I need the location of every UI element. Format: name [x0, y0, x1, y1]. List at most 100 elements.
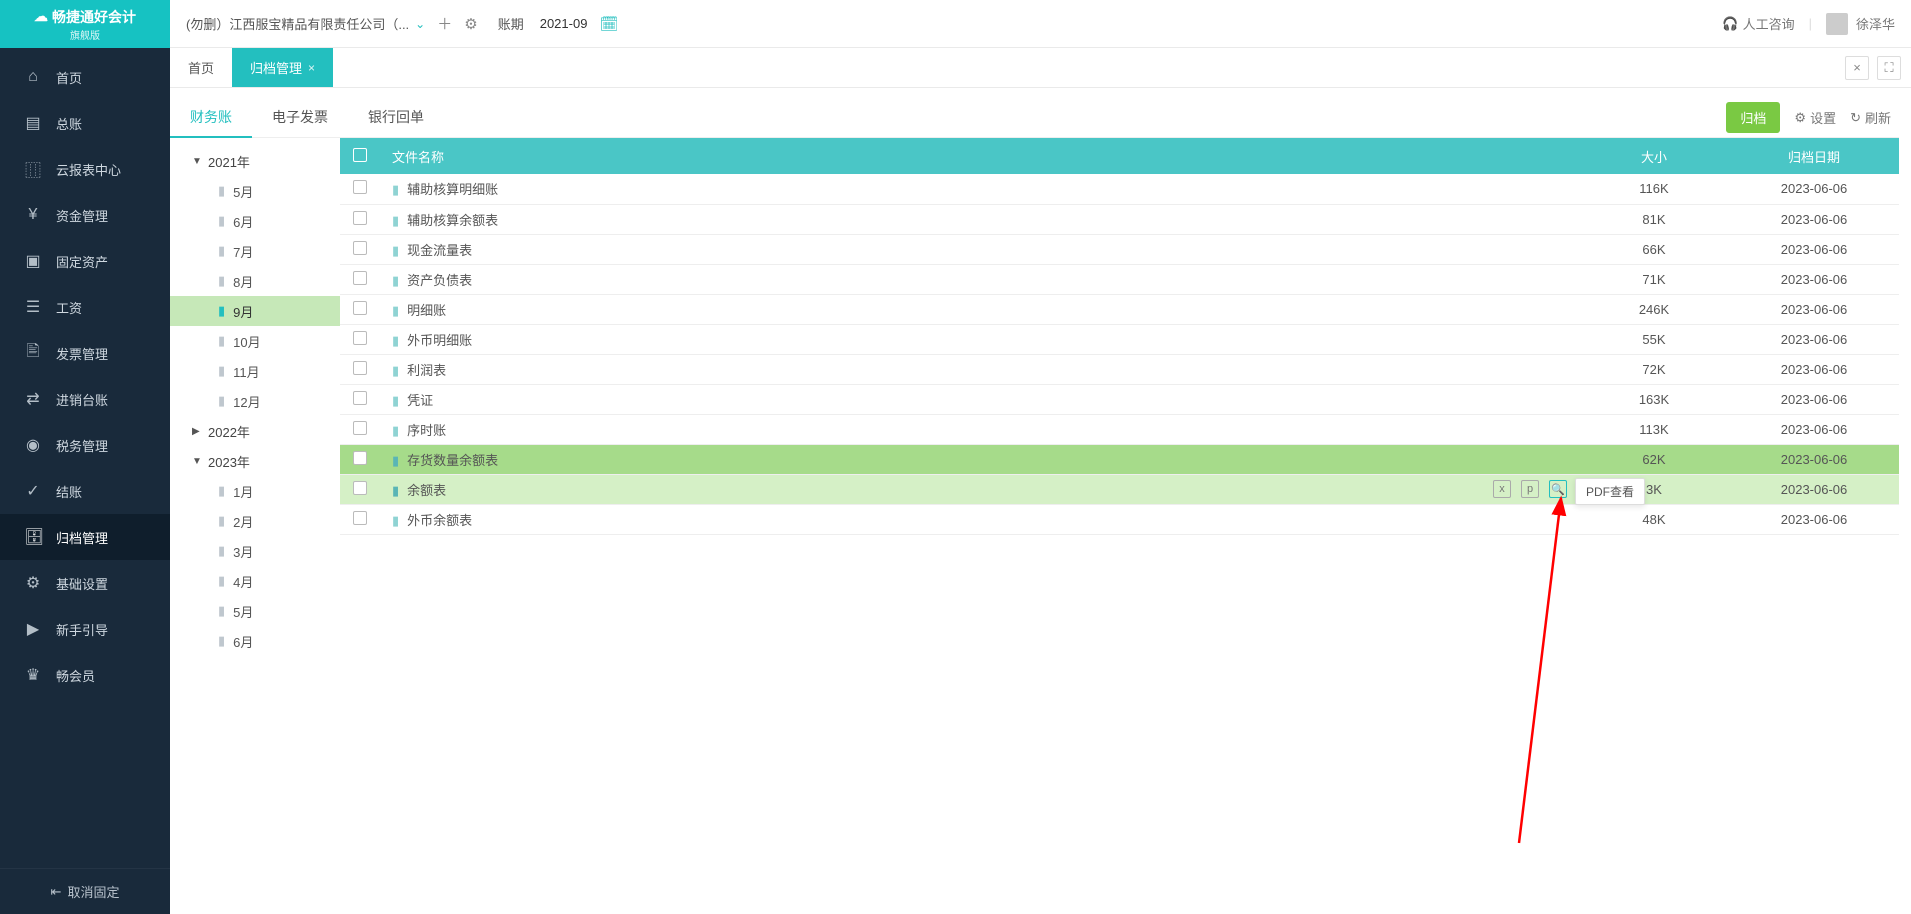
tree-month[interactable]: ▮5月	[170, 596, 340, 626]
sidebar: ☁ 畅捷通好会计 旗舰版 ⌂首页▤总账⿲云报表中心¥资金管理▣固定资产☰工资🖹发…	[0, 0, 170, 914]
file-table-wrap: 文件名称 大小 归档日期 ▮辅助核算明细账 116K 2023-06-06 ▮辅…	[340, 138, 1899, 914]
row-checkbox[interactable]	[353, 421, 367, 435]
tree-month[interactable]: ▮11月	[170, 356, 340, 386]
table-row[interactable]: ▮外币明细账 55K 2023-06-06	[340, 324, 1899, 354]
sidebar-item-label: 云报表中心	[56, 160, 121, 179]
table-row[interactable]: ▮明细账 246K 2023-06-06	[340, 294, 1899, 324]
sidebar-item[interactable]: 🖹发票管理	[0, 330, 170, 376]
sidebar-item[interactable]: ▤总账	[0, 100, 170, 146]
row-checkbox[interactable]	[353, 511, 367, 525]
tree-year-label: 2021年	[208, 152, 250, 171]
sidebar-item[interactable]: ▣固定资产	[0, 238, 170, 284]
sidebar-item[interactable]: 🗄归档管理	[0, 514, 170, 560]
tree-month[interactable]: ▮2月	[170, 506, 340, 536]
row-checkbox[interactable]	[353, 211, 367, 225]
table-row[interactable]: ▮利润表 72K 2023-06-06	[340, 354, 1899, 384]
close-icon[interactable]: ×	[308, 61, 315, 75]
pdf-download-icon[interactable]: p	[1521, 480, 1539, 498]
row-checkbox[interactable]	[353, 361, 367, 375]
table-row[interactable]: ▮辅助核算明细账 116K 2023-06-06	[340, 174, 1899, 204]
nav-icon: ♛	[24, 665, 42, 685]
pdf-view-icon[interactable]: 🔍	[1549, 480, 1567, 498]
tree-year[interactable]: ▼2023年	[170, 446, 340, 476]
tree-month[interactable]: ▮4月	[170, 566, 340, 596]
table-row[interactable]: ▮现金流量表 66K 2023-06-06	[340, 234, 1899, 264]
sidebar-item-label: 资金管理	[56, 206, 108, 225]
sidebar-item[interactable]: ✓结账	[0, 468, 170, 514]
inner-tab[interactable]: 财务账	[170, 98, 252, 138]
file-icon: ▮	[392, 182, 399, 197]
folder-icon: ▮	[218, 573, 225, 589]
sidebar-item[interactable]: ☰工资	[0, 284, 170, 330]
tree-month[interactable]: ▮5月	[170, 176, 340, 206]
row-checkbox[interactable]	[353, 180, 367, 194]
table-row[interactable]: ▮资产负债表 71K 2023-06-06	[340, 264, 1899, 294]
file-name: 凭证	[407, 393, 433, 408]
add-icon[interactable]: ＋	[437, 13, 452, 34]
period-value[interactable]: 2021-09	[540, 16, 588, 31]
user-menu[interactable]: 徐泽华	[1826, 13, 1895, 35]
tree-month[interactable]: ▮8月	[170, 266, 340, 296]
sidebar-item[interactable]: ⇄进销台账	[0, 376, 170, 422]
tree-year[interactable]: ▶2022年	[170, 416, 340, 446]
tree-year[interactable]: ▼2021年	[170, 146, 340, 176]
table-row[interactable]: ▮存货数量余额表 62K 2023-06-06	[340, 444, 1899, 474]
table-row[interactable]: ▮凭证 163K 2023-06-06	[340, 384, 1899, 414]
sidebar-unpin[interactable]: ⇤ 取消固定	[0, 868, 170, 914]
tree-month[interactable]: ▮9月	[170, 296, 340, 326]
sidebar-item[interactable]: ⌂首页	[0, 54, 170, 100]
row-checkbox[interactable]	[353, 241, 367, 255]
row-checkbox[interactable]	[353, 391, 367, 405]
sidebar-item[interactable]: ◉税务管理	[0, 422, 170, 468]
row-checkbox[interactable]	[353, 301, 367, 315]
tree-month-label: 9月	[233, 302, 253, 321]
sidebar-item[interactable]: ⚙基础设置	[0, 560, 170, 606]
refresh-link[interactable]: ↻ 刷新	[1850, 108, 1891, 127]
row-checkbox[interactable]	[353, 271, 367, 285]
tree-month[interactable]: ▮6月	[170, 206, 340, 236]
tree-month-label: 12月	[233, 392, 260, 411]
inner-tabs-row: 财务账电子发票银行回单 归档 ⚙ 设置 ↻ 刷新	[170, 98, 1899, 138]
excel-download-icon[interactable]: x	[1493, 480, 1511, 498]
row-checkbox[interactable]	[353, 451, 367, 465]
calendar-icon[interactable]: 🗓	[599, 15, 618, 33]
sidebar-item[interactable]: ¥资金管理	[0, 192, 170, 238]
tree-month[interactable]: ▮6月	[170, 626, 340, 656]
tree-month[interactable]: ▮10月	[170, 326, 340, 356]
sidebar-item[interactable]: ♛畅会员	[0, 652, 170, 698]
cell-date: 2023-06-06	[1729, 474, 1899, 504]
company-selector[interactable]: (勿删）江西服宝精品有限责任公司（... ⌄	[186, 14, 425, 33]
user-name: 徐泽华	[1856, 14, 1895, 33]
tree-month[interactable]: ▮1月	[170, 476, 340, 506]
table-row[interactable]: ▮余额表 x p 🔍 3K 2023-06-06	[340, 474, 1899, 504]
archive-button[interactable]: 归档	[1726, 102, 1780, 133]
cell-date: 2023-06-06	[1729, 204, 1899, 234]
file-icon: ▮	[392, 273, 399, 288]
logo-text: 畅捷通好会计	[52, 7, 136, 27]
inner-tab[interactable]: 银行回单	[348, 98, 444, 138]
consult-link[interactable]: 🎧 人工咨询	[1722, 14, 1794, 33]
tree-month[interactable]: ▮7月	[170, 236, 340, 266]
gear-icon[interactable]: ⚙	[464, 15, 477, 33]
sidebar-item[interactable]: ▶新手引导	[0, 606, 170, 652]
folder-icon: ▮	[218, 513, 225, 529]
row-checkbox[interactable]	[353, 331, 367, 345]
table-row[interactable]: ▮辅助核算余额表 81K 2023-06-06	[340, 204, 1899, 234]
sidebar-item[interactable]: ⿲云报表中心	[0, 146, 170, 192]
tab-archive[interactable]: 归档管理 ×	[232, 48, 333, 87]
inner-tab[interactable]: 电子发票	[252, 98, 348, 138]
cell-size: 55K	[1579, 324, 1729, 354]
cell-date: 2023-06-06	[1729, 324, 1899, 354]
chevron-down-icon: ⌄	[415, 17, 425, 31]
settings-link[interactable]: ⚙ 设置	[1794, 108, 1836, 127]
tree-month[interactable]: ▮12月	[170, 386, 340, 416]
table-row[interactable]: ▮外币余额表 48K 2023-06-06	[340, 504, 1899, 534]
row-checkbox[interactable]	[353, 481, 367, 495]
fullscreen-button[interactable]: ⛶	[1877, 56, 1901, 80]
file-icon: ▮	[392, 423, 399, 438]
tree-month[interactable]: ▮3月	[170, 536, 340, 566]
table-row[interactable]: ▮序时账 113K 2023-06-06	[340, 414, 1899, 444]
tab-home[interactable]: 首页	[170, 48, 232, 87]
select-all-checkbox[interactable]	[353, 148, 367, 162]
tab-close-button[interactable]: ×	[1845, 56, 1869, 80]
